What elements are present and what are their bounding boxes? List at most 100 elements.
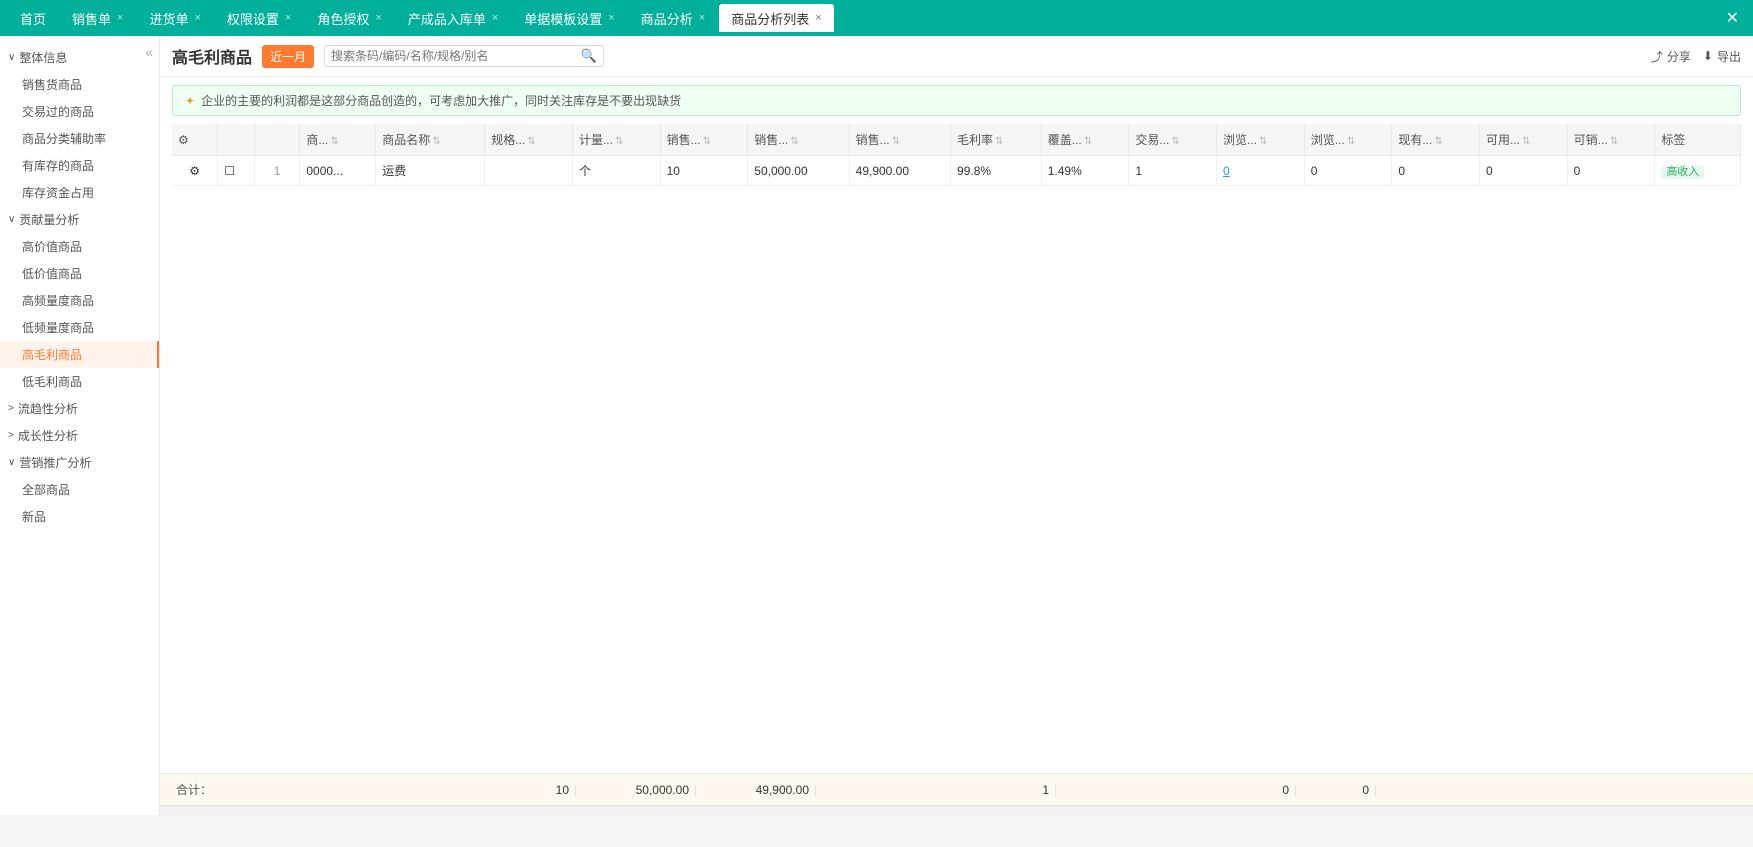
sidebar-item-high-freq[interactable]: 高频量度商品 bbox=[0, 287, 159, 314]
sidebar-group-trend[interactable]: > 流趋性分析 bbox=[0, 395, 159, 422]
export-icon: ⬇ bbox=[1703, 49, 1713, 63]
col-header-saleable[interactable]: 可销...⇅ bbox=[1567, 124, 1655, 156]
main-layout: « ∨整体信息销售货商品交易过的商品商品分类辅助率有库存的商品库存资金占用∨贡献… bbox=[0, 36, 1753, 815]
sidebar-item-low-value[interactable]: 低价值商品 bbox=[0, 260, 159, 287]
tab-close-icon[interactable]: × bbox=[608, 12, 614, 24]
col-header-unit[interactable]: 计量...⇅ bbox=[572, 124, 660, 156]
nav-tab-销售单[interactable]: 销售单× bbox=[60, 4, 135, 32]
sort-icon: ⇅ bbox=[330, 136, 338, 147]
trade-count: 1 bbox=[1129, 156, 1217, 186]
footer-avail2: 0 bbox=[1296, 783, 1376, 797]
col-header-rownum bbox=[254, 124, 300, 156]
search-icon[interactable]: 🔍 bbox=[581, 48, 597, 64]
col-header-browse2[interactable]: 浏览...⇅ bbox=[1304, 124, 1392, 156]
sidebar-collapse-button[interactable]: « bbox=[145, 44, 153, 60]
chevron-icon: ∨ bbox=[8, 214, 15, 225]
sidebar-item-stock-occupy[interactable]: 库存资金占用 bbox=[0, 179, 159, 206]
sidebar-group-label: 流趋性分析 bbox=[18, 400, 78, 417]
period-button[interactable]: 近一月 bbox=[262, 45, 314, 68]
browse-count-1[interactable]: 0 bbox=[1217, 156, 1305, 186]
col-header-spec[interactable]: 规格...⇅ bbox=[485, 124, 573, 156]
sidebar-group-marketing[interactable]: ∨营销推广分析 bbox=[0, 449, 159, 476]
tab-close-icon[interactable]: × bbox=[815, 12, 821, 24]
nav-tab-商品分析列表[interactable]: 商品分析列表× bbox=[719, 4, 833, 32]
col-header-available1[interactable]: 现有...⇅ bbox=[1392, 124, 1480, 156]
tab-close-icon[interactable]: × bbox=[285, 12, 291, 24]
tab-close-icon[interactable]: × bbox=[117, 12, 123, 24]
sales-qty: 10 bbox=[660, 156, 748, 186]
sidebar-item-instock-goods[interactable]: 有库存的商品 bbox=[0, 152, 159, 179]
col-header-coverage[interactable]: 覆盖...⇅ bbox=[1041, 124, 1129, 156]
data-table: ⚙商...⇅商品名称⇅规格...⇅计量...⇅销售...⇅销售...⇅销售...… bbox=[172, 124, 1741, 186]
sidebar-item-high-margin[interactable]: 高毛利商品 bbox=[0, 341, 159, 368]
sidebar-item-low-freq[interactable]: 低频量度商品 bbox=[0, 314, 159, 341]
sales-amt: 50,000.00 bbox=[748, 156, 849, 186]
footer-sales-amt: 50,000.00 bbox=[576, 783, 696, 797]
sort-icon: ⇅ bbox=[790, 136, 798, 147]
sidebar-group-growth[interactable]: >成长性分析 bbox=[0, 422, 159, 449]
sidebar-item-all-goods[interactable]: 全部商品 bbox=[0, 476, 159, 503]
sidebar-group-overall[interactable]: ∨整体信息 bbox=[0, 44, 159, 71]
table-row: ⚙☐10000...运费个1050,000.0049,900.0099.8%1.… bbox=[172, 156, 1741, 186]
export-button[interactable]: ⬇ 导出 bbox=[1703, 48, 1741, 65]
col-header-sales_cost[interactable]: 销售...⇅ bbox=[849, 124, 950, 156]
search-input[interactable] bbox=[331, 49, 581, 63]
tab-close-icon[interactable]: × bbox=[194, 12, 200, 24]
tab-close-icon[interactable]: × bbox=[492, 12, 498, 24]
col-header-settings: ⚙ bbox=[172, 124, 218, 156]
close-all-tabs-button[interactable]: ✕ bbox=[1720, 8, 1745, 28]
export-label: 导出 bbox=[1717, 48, 1741, 65]
nav-tab-产成品入库单[interactable]: 产成品入库单× bbox=[396, 4, 510, 32]
nav-tab-进货单[interactable]: 进货单× bbox=[137, 4, 212, 32]
col-header-tag: 标签 bbox=[1655, 124, 1741, 156]
chevron-icon: > bbox=[8, 403, 14, 414]
nav-tab-单据模板设置[interactable]: 单据模板设置× bbox=[512, 4, 626, 32]
footer-sales-qty: 10 bbox=[496, 783, 576, 797]
horizontal-scrollbar[interactable] bbox=[160, 805, 1753, 815]
sort-icon: ⇅ bbox=[892, 136, 900, 147]
nav-tab-权限设置[interactable]: 权限设置× bbox=[215, 4, 303, 32]
col-header-name[interactable]: 商品名称⇅ bbox=[376, 124, 485, 156]
share-icon: ⤴ bbox=[1651, 48, 1663, 65]
col-header-browse1[interactable]: 浏览...⇅ bbox=[1217, 124, 1305, 156]
info-banner: ✦ 企业的主要的利润都是这部分商品创造的，可考虑加大推广，同时关注库存是不要出现… bbox=[172, 85, 1741, 116]
nav-tab-首页[interactable]: 首页 bbox=[8, 4, 58, 32]
settings-icon[interactable]: ⚙ bbox=[172, 156, 218, 186]
sort-icon: ⇅ bbox=[995, 136, 1003, 147]
sidebar-group-wealth[interactable]: ∨贡献量分析 bbox=[0, 206, 159, 233]
share-button[interactable]: ⤴ 分享 bbox=[1651, 48, 1691, 65]
data-table-wrapper: ⚙商...⇅商品名称⇅规格...⇅计量...⇅销售...⇅销售...⇅销售...… bbox=[160, 124, 1753, 773]
nav-tab-商品分析[interactable]: 商品分析× bbox=[629, 4, 717, 32]
col-header-trade[interactable]: 交易...⇅ bbox=[1129, 124, 1217, 156]
sidebar-item-low-margin[interactable]: 低毛利商品 bbox=[0, 368, 159, 395]
tab-close-icon[interactable]: × bbox=[375, 12, 381, 24]
sidebar-item-new-goods[interactable]: 新品 bbox=[0, 503, 159, 530]
sidebar-group-label: 整体信息 bbox=[19, 49, 67, 66]
row-checkbox[interactable]: ☐ bbox=[218, 156, 254, 186]
col-header-sales_qty[interactable]: 销售...⇅ bbox=[660, 124, 748, 156]
available-2: 0 bbox=[1480, 156, 1568, 186]
sidebar-item-traded-goods[interactable]: 交易过的商品 bbox=[0, 98, 159, 125]
sidebar-item-high-value[interactable]: 高价值商品 bbox=[0, 233, 159, 260]
coverage: 1.49% bbox=[1041, 156, 1129, 186]
col-header-available2[interactable]: 可用...⇅ bbox=[1480, 124, 1568, 156]
col-header-sales_amt[interactable]: 销售...⇅ bbox=[748, 124, 849, 156]
tag-badge-text: 高收入 bbox=[1661, 165, 1704, 179]
footer-label: 合计： bbox=[176, 781, 256, 798]
col-header-margin_rate[interactable]: 毛利率⇅ bbox=[951, 124, 1042, 156]
sort-icon: ⇅ bbox=[1434, 136, 1442, 147]
sort-icon: ⇅ bbox=[1259, 136, 1267, 147]
col-header-checkbox bbox=[218, 124, 254, 156]
col-header-code[interactable]: 商...⇅ bbox=[300, 124, 376, 156]
sort-icon: ⇅ bbox=[432, 136, 440, 147]
search-box: 🔍 bbox=[324, 45, 604, 67]
chevron-icon: > bbox=[8, 430, 14, 441]
sidebar-item-goods-analysis[interactable]: 商品分类辅助率 bbox=[0, 125, 159, 152]
nav-tab-角色授权[interactable]: 角色授权× bbox=[305, 4, 393, 32]
sales-cost: 49,900.00 bbox=[849, 156, 950, 186]
chevron-icon: ∨ bbox=[8, 457, 15, 468]
header-actions: ⤴ 分享 ⬇ 导出 bbox=[1651, 48, 1741, 65]
footer-trade: 1 bbox=[976, 783, 1056, 797]
tab-close-icon[interactable]: × bbox=[699, 12, 705, 24]
sidebar-item-sales-goods[interactable]: 销售货商品 bbox=[0, 71, 159, 98]
